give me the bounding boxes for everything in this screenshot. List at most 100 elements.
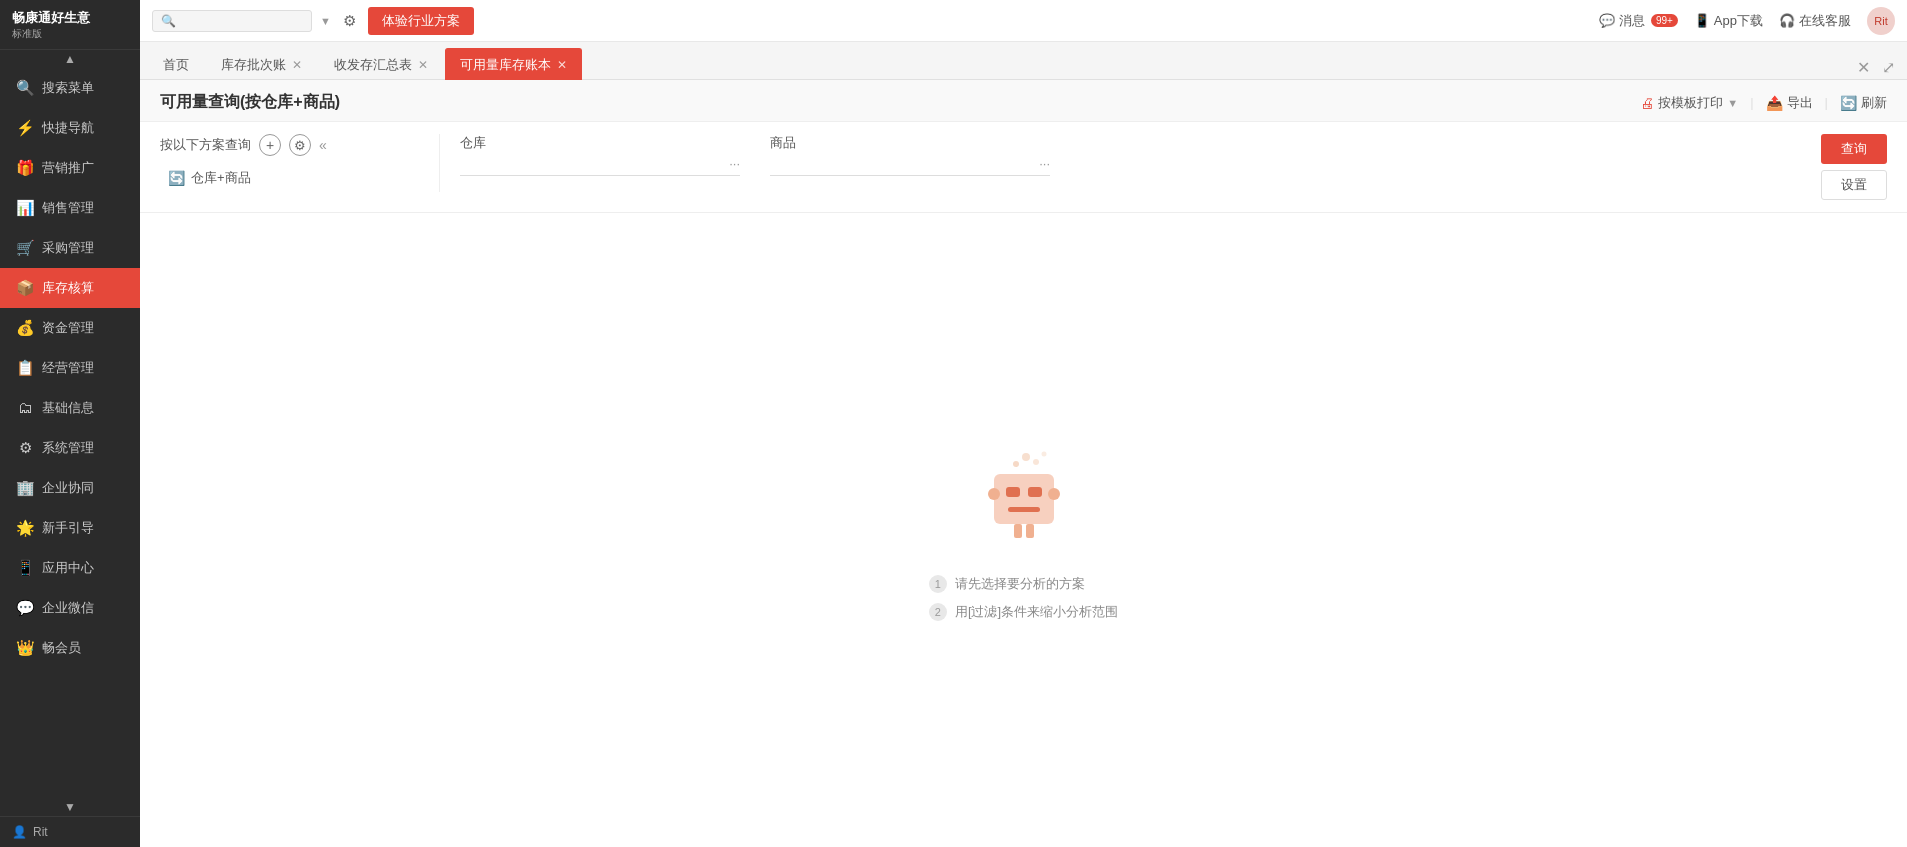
- filter-scheme-panel: 按以下方案查询 + ⚙ « 🔄 仓库+商品: [160, 134, 440, 192]
- tab-available-ledger[interactable]: 可用量库存账本 ✕: [445, 48, 582, 80]
- sidebar-item-inventory[interactable]: 📦 库存核算: [0, 268, 140, 308]
- sidebar-item-wechat[interactable]: 💬 企业微信: [0, 588, 140, 628]
- warehouse-more-icon[interactable]: ···: [729, 156, 740, 171]
- notifications-btn[interactable]: 💬 消息 99+: [1599, 12, 1678, 30]
- svg-point-8: [1013, 461, 1019, 467]
- filter-area: 按以下方案查询 + ⚙ « 🔄 仓库+商品 仓库 ···: [140, 122, 1907, 213]
- tab-batch-ledger[interactable]: 库存批次账 ✕: [206, 48, 317, 80]
- svg-point-10: [1033, 459, 1039, 465]
- sidebar-item-label: 畅会员: [42, 639, 81, 657]
- filter-field-warehouse: 仓库 ···: [460, 134, 740, 176]
- user-name: Rit: [33, 825, 48, 839]
- sidebar-item-system[interactable]: ⚙ 系统管理: [0, 428, 140, 468]
- tab-close-icon[interactable]: ✕: [557, 59, 567, 71]
- warehouse-input[interactable]: [460, 156, 723, 171]
- product-input[interactable]: [770, 156, 1033, 171]
- avatar[interactable]: Rit: [1867, 7, 1895, 35]
- svg-point-5: [1048, 488, 1060, 500]
- svg-rect-2: [1028, 487, 1042, 497]
- customer-service-btn[interactable]: 🎧 在线客服: [1779, 12, 1851, 30]
- topbar-search-box[interactable]: 🔍: [152, 10, 312, 32]
- tab-close-icon[interactable]: ✕: [292, 59, 302, 71]
- empty-state: 1 请先选择要分析的方案 2 用[过滤]条件来缩小分析范围: [140, 213, 1907, 847]
- tip-text-1: 请先选择要分析的方案: [955, 575, 1085, 593]
- sidebar-item-quicknav[interactable]: ⚡ 快捷导航: [0, 108, 140, 148]
- empty-illustration: [964, 439, 1084, 559]
- tip-text-2: 用[过滤]条件来缩小分析范围: [955, 603, 1118, 621]
- refresh-btn[interactable]: 🔄 刷新: [1840, 94, 1887, 112]
- sidebar-item-finance[interactable]: 💰 资金管理: [0, 308, 140, 348]
- sidebar-item-label: 经营管理: [42, 359, 94, 377]
- product-field-label: 商品: [770, 134, 1050, 152]
- tab-home[interactable]: 首页: [148, 48, 204, 80]
- tab-label: 可用量库存账本: [460, 56, 551, 74]
- svg-rect-1: [1006, 487, 1020, 497]
- filter-collapse-btn[interactable]: «: [319, 137, 327, 153]
- filter-fields: 仓库 ··· 商品 ···: [440, 134, 1801, 176]
- empty-tip-1: 1 请先选择要分析的方案: [929, 575, 1118, 593]
- sidebar-item-label: 系统管理: [42, 439, 94, 457]
- app-download-label: App下载: [1714, 12, 1763, 30]
- basic-icon: 🗂: [16, 399, 34, 416]
- notifications-label: 消息: [1619, 12, 1645, 30]
- main-area: 🔍 ▼ ⚙ 体验行业方案 💬 消息 99+ 📱 App下载 🎧 在线客服 Rit: [140, 0, 1907, 847]
- sales-icon: 📊: [16, 199, 34, 217]
- print-dropdown-icon[interactable]: ▼: [1727, 97, 1738, 109]
- purchase-icon: 🛒: [16, 239, 34, 257]
- tab-label: 首页: [163, 56, 189, 74]
- tip-num-1: 1: [929, 575, 947, 593]
- settings-button[interactable]: 设置: [1821, 170, 1887, 200]
- newbie-icon: 🌟: [16, 519, 34, 537]
- sidebar-item-label: 应用中心: [42, 559, 94, 577]
- system-icon: ⚙: [16, 439, 34, 457]
- sidebar-scroll-down[interactable]: ▼: [0, 798, 140, 816]
- filter-section-label: 按以下方案查询: [160, 136, 251, 154]
- filter-add-scheme-btn[interactable]: +: [259, 134, 281, 156]
- warehouse-field-label: 仓库: [460, 134, 740, 152]
- print-label: 按模板打印: [1658, 94, 1723, 112]
- search-dropdown-icon[interactable]: ▼: [320, 15, 331, 27]
- tab-close-window-icon[interactable]: ✕: [1853, 56, 1874, 79]
- divider: |: [1825, 95, 1828, 110]
- inventory-icon: 📦: [16, 279, 34, 297]
- sidebar-item-label: 企业协同: [42, 479, 94, 497]
- sidebar-item-operations[interactable]: 📋 经营管理: [0, 348, 140, 388]
- app-subtitle: 标准版: [12, 27, 128, 41]
- trial-industry-button[interactable]: 体验行业方案: [368, 7, 474, 35]
- sidebar-item-newbie[interactable]: 🌟 新手引导: [0, 508, 140, 548]
- settings-gear-icon[interactable]: ⚙: [339, 8, 360, 34]
- appcenter-icon: 📱: [16, 559, 34, 577]
- export-btn[interactable]: 📤 导出: [1766, 94, 1813, 112]
- sidebar-item-purchase[interactable]: 🛒 采购管理: [0, 228, 140, 268]
- sidebar-item-label: 新手引导: [42, 519, 94, 537]
- sidebar-nav: 🔍 搜索菜单 ⚡ 快捷导航 🎁 营销推广 📊 销售管理 🛒 采购管理 📦 库存核…: [0, 68, 140, 798]
- empty-tips: 1 请先选择要分析的方案 2 用[过滤]条件来缩小分析范围: [929, 575, 1118, 621]
- scheme-icon: 🔄: [168, 170, 185, 186]
- sidebar-item-basic[interactable]: 🗂 基础信息: [0, 388, 140, 428]
- query-buttons: 查询 设置: [1801, 134, 1887, 200]
- download-icon: 📱: [1694, 13, 1710, 28]
- tab-close-icon[interactable]: ✕: [418, 59, 428, 71]
- user-icon: 👤: [12, 825, 27, 839]
- product-more-icon[interactable]: ···: [1039, 156, 1050, 171]
- sidebar-item-member[interactable]: 👑 畅会员: [0, 628, 140, 668]
- tip-num-2: 2: [929, 603, 947, 621]
- sidebar-item-sales[interactable]: 📊 销售管理: [0, 188, 140, 228]
- sidebar-scroll-up[interactable]: ▲: [0, 50, 140, 68]
- sidebar-user-area[interactable]: 👤 Rit: [0, 816, 140, 847]
- app-download-btn[interactable]: 📱 App下载: [1694, 12, 1763, 30]
- query-button[interactable]: 查询: [1821, 134, 1887, 164]
- sidebar-item-search[interactable]: 🔍 搜索菜单: [0, 68, 140, 108]
- topbar: 🔍 ▼ ⚙ 体验行业方案 💬 消息 99+ 📱 App下载 🎧 在线客服 Rit: [140, 0, 1907, 42]
- topbar-search-input[interactable]: [180, 14, 300, 28]
- filter-scheme-item[interactable]: 🔄 仓库+商品: [160, 164, 427, 192]
- tab-receive-summary[interactable]: 收发存汇总表 ✕: [319, 48, 443, 80]
- filter-scheme-settings-btn[interactable]: ⚙: [289, 134, 311, 156]
- print-template-btn[interactable]: 🖨 按模板打印 ▼: [1640, 94, 1738, 112]
- sidebar-item-enterprise[interactable]: 🏢 企业协同: [0, 468, 140, 508]
- tab-expand-icon[interactable]: ⤢: [1878, 56, 1899, 79]
- tabs-bar: 首页 库存批次账 ✕ 收发存汇总表 ✕ 可用量库存账本 ✕ ✕ ⤢: [140, 42, 1907, 80]
- sidebar-item-marketing[interactable]: 🎁 营销推广: [0, 148, 140, 188]
- page-header-actions: 🖨 按模板打印 ▼ | 📤 导出 | 🔄 刷新: [1640, 94, 1887, 112]
- sidebar-item-appcenter[interactable]: 📱 应用中心: [0, 548, 140, 588]
